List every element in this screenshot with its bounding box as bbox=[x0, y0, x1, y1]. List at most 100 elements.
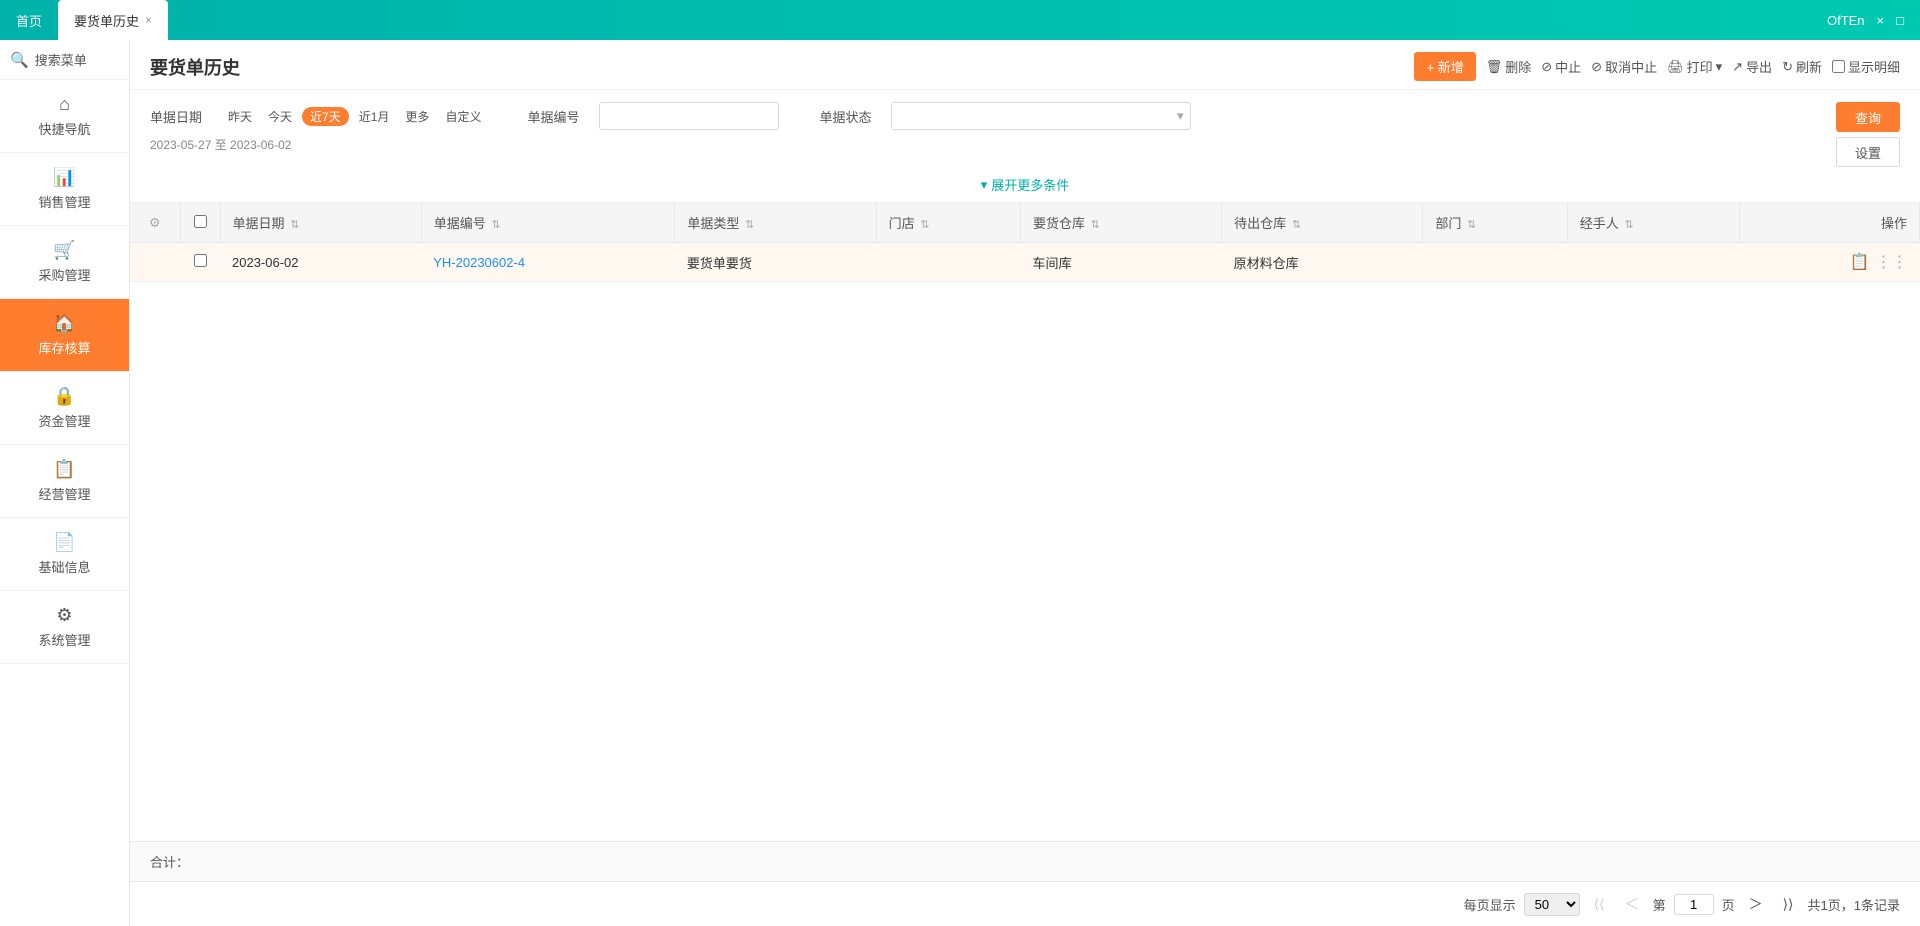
next-page-btn[interactable]: ＞ bbox=[1743, 892, 1769, 916]
row-doc-type: 要货单要货 bbox=[675, 243, 876, 282]
setting-button[interactable]: 设置 bbox=[1836, 137, 1900, 167]
toolbar: + 新增 🗑 删除 ⊘ 中止 ⊘ 取消中止 🖨 打印 ▾ bbox=[1414, 52, 1900, 81]
expand-more-button[interactable]: ▾ 展开更多条件 bbox=[981, 175, 1070, 194]
date-btn-1month[interactable]: 近1月 bbox=[353, 107, 396, 126]
per-page-select[interactable]: 50 10 20 100 bbox=[1524, 893, 1580, 916]
col-handler: 经手人 ⇅ bbox=[1567, 203, 1740, 243]
delete-button[interactable]: 🗑 删除 bbox=[1486, 57, 1532, 76]
filter-action-btns: 查询 设置 bbox=[1836, 102, 1900, 167]
last-page-btn[interactable]: ⟩⟩ bbox=[1777, 894, 1800, 915]
table-footer: 合计： bbox=[130, 841, 1920, 881]
date-btn-yesterday[interactable]: 昨天 bbox=[222, 107, 258, 126]
stop-icon: ⊘ bbox=[1541, 59, 1552, 75]
row-doc-date: 2023-06-02 bbox=[220, 243, 421, 282]
window-close-btn[interactable]: × bbox=[1877, 13, 1885, 28]
sidebar-item-operations[interactable]: 📋 经营管理 bbox=[0, 445, 129, 518]
quick-nav-icon: ⌂ bbox=[59, 94, 70, 115]
table-container: ⚙ 单据日期 ⇅ 单据编号 ⇅ bbox=[130, 203, 1920, 841]
tab-home[interactable]: 首页 bbox=[0, 0, 58, 40]
display-detail-toggle[interactable]: 显示明细 bbox=[1832, 57, 1900, 76]
stop-button[interactable]: ⊘ 中止 bbox=[1541, 57, 1581, 76]
cancel-stop-icon: ⊘ bbox=[1591, 59, 1602, 75]
sort-handler-icon[interactable]: ⇅ bbox=[1624, 219, 1633, 231]
sort-department-icon[interactable]: ⇅ bbox=[1467, 219, 1476, 231]
window-maximize-btn[interactable]: □ bbox=[1896, 13, 1904, 28]
row-gear-cell bbox=[130, 243, 180, 282]
sidebar-item-finance[interactable]: 🔒 资金管理 bbox=[0, 372, 129, 445]
prev-page-btn[interactable]: ＜ bbox=[1619, 892, 1645, 916]
sales-icon: 📊 bbox=[53, 167, 75, 188]
row-actions-cell: 📋 ⋮⋮ bbox=[1740, 243, 1920, 282]
sort-pending-warehouse-icon[interactable]: ⇅ bbox=[1292, 219, 1301, 231]
top-bar-right: OfTEn × □ bbox=[1827, 13, 1920, 28]
query-button[interactable]: 查询 bbox=[1836, 102, 1900, 132]
col-store: 门店 ⇅ bbox=[876, 203, 1020, 243]
sort-req-warehouse-icon[interactable]: ⇅ bbox=[1091, 219, 1100, 231]
sidebar-search[interactable]: 🔍 搜索菜单 bbox=[0, 40, 129, 80]
doc-status-label: 单据状态 bbox=[819, 107, 871, 126]
often-label: OfTEn bbox=[1827, 13, 1865, 28]
page-number-input[interactable] bbox=[1674, 894, 1714, 915]
sidebar-item-purchase[interactable]: 🛒 采购管理 bbox=[0, 226, 129, 299]
row-checkbox-cell bbox=[180, 243, 220, 282]
col-department: 部门 ⇅ bbox=[1423, 203, 1567, 243]
date-range-btns: 昨天 今天 近7天 近1月 更多 自定义 bbox=[222, 107, 487, 126]
select-all-checkbox[interactable] bbox=[194, 215, 207, 228]
system-icon: ⚙ bbox=[56, 605, 72, 626]
col-doc-type: 单据类型 ⇅ bbox=[675, 203, 876, 243]
sort-store-icon[interactable]: ⇅ bbox=[920, 219, 929, 231]
data-table: ⚙ 单据日期 ⇅ 单据编号 ⇅ bbox=[130, 203, 1920, 282]
row-handler bbox=[1567, 243, 1740, 282]
tab-history[interactable]: 要货单历史 × bbox=[58, 0, 168, 40]
refresh-icon: ↻ bbox=[1782, 59, 1793, 75]
row-checkbox[interactable] bbox=[194, 254, 207, 267]
display-detail-checkbox[interactable] bbox=[1832, 60, 1845, 73]
date-btn-7days[interactable]: 近7天 bbox=[302, 107, 349, 126]
sort-doc-no-icon[interactable]: ⇅ bbox=[491, 219, 500, 231]
expand-icon: ▾ bbox=[981, 177, 988, 193]
date-btn-today[interactable]: 今天 bbox=[262, 107, 298, 126]
purchase-icon: 🛒 bbox=[53, 240, 75, 261]
row-pending-warehouse: 原材料仓库 bbox=[1222, 243, 1423, 282]
row-req-warehouse: 车间库 bbox=[1020, 243, 1221, 282]
operations-icon: 📋 bbox=[53, 459, 75, 480]
doc-no-label: 单据编号 bbox=[527, 107, 579, 126]
date-filter-col: 单据日期 昨天 今天 近7天 近1月 更多 自定义 单据编号 单据状态 bbox=[150, 102, 1191, 153]
col-gear: ⚙ bbox=[130, 203, 180, 243]
print-button[interactable]: 🖨 打印 ▾ bbox=[1667, 57, 1722, 76]
first-page-btn[interactable]: ⟨⟨ bbox=[1588, 894, 1611, 915]
row-edit-icon[interactable]: 📋 bbox=[1850, 252, 1870, 272]
finance-icon: 🔒 bbox=[53, 386, 75, 407]
table-header-row: ⚙ 单据日期 ⇅ 单据编号 ⇅ bbox=[130, 203, 1920, 243]
doc-status-input[interactable] bbox=[891, 102, 1191, 130]
date-btn-custom[interactable]: 自定义 bbox=[439, 107, 487, 126]
top-bar: 首页 要货单历史 × OfTEn × □ bbox=[0, 0, 1920, 40]
sort-doc-date-icon[interactable]: ⇅ bbox=[290, 219, 299, 231]
print-dropdown-icon: ▾ bbox=[1716, 59, 1723, 75]
export-button[interactable]: ↗ 导出 bbox=[1732, 57, 1772, 76]
cancel-stop-button[interactable]: ⊘ 取消中止 bbox=[1591, 57, 1657, 76]
row-action-buttons: 📋 ⋮⋮ bbox=[1752, 252, 1908, 272]
sidebar-item-system[interactable]: ⚙ 系统管理 bbox=[0, 591, 129, 664]
sidebar-item-inventory[interactable]: 🏠 库存核算 bbox=[0, 299, 129, 372]
tab-close-icon[interactable]: × bbox=[145, 13, 152, 27]
gear-icon[interactable]: ⚙ bbox=[149, 215, 161, 230]
basic-info-icon: 📄 bbox=[53, 532, 75, 553]
page-header: 要货单历史 + 新增 🗑 删除 ⊘ 中止 ⊘ 取消中止 🖨 bbox=[130, 40, 1920, 90]
sidebar-item-basic-info[interactable]: 📄 基础信息 bbox=[0, 518, 129, 591]
row-department bbox=[1423, 243, 1567, 282]
sidebar-item-quick-nav[interactable]: ⌂ 快捷导航 bbox=[0, 80, 129, 153]
search-icon: 🔍 bbox=[10, 51, 29, 69]
page-label: 第 bbox=[1653, 895, 1666, 914]
delete-icon: 🗑 bbox=[1486, 59, 1503, 75]
refresh-button[interactable]: ↻ 刷新 bbox=[1782, 57, 1822, 76]
sidebar-item-sales[interactable]: 📊 销售管理 bbox=[0, 153, 129, 226]
content-area: 要货单历史 + 新增 🗑 删除 ⊘ 中止 ⊘ 取消中止 🖨 bbox=[130, 40, 1920, 926]
doc-no-link[interactable]: YH-20230602-4 bbox=[433, 255, 525, 270]
new-button[interactable]: + 新增 bbox=[1414, 52, 1475, 81]
sort-doc-type-icon[interactable]: ⇅ bbox=[745, 219, 754, 231]
row-doc-no: YH-20230602-4 bbox=[421, 243, 675, 282]
date-btn-more[interactable]: 更多 bbox=[399, 107, 435, 126]
row-more-icon[interactable]: ⋮⋮ bbox=[1876, 252, 1908, 272]
doc-no-input[interactable] bbox=[599, 102, 779, 130]
